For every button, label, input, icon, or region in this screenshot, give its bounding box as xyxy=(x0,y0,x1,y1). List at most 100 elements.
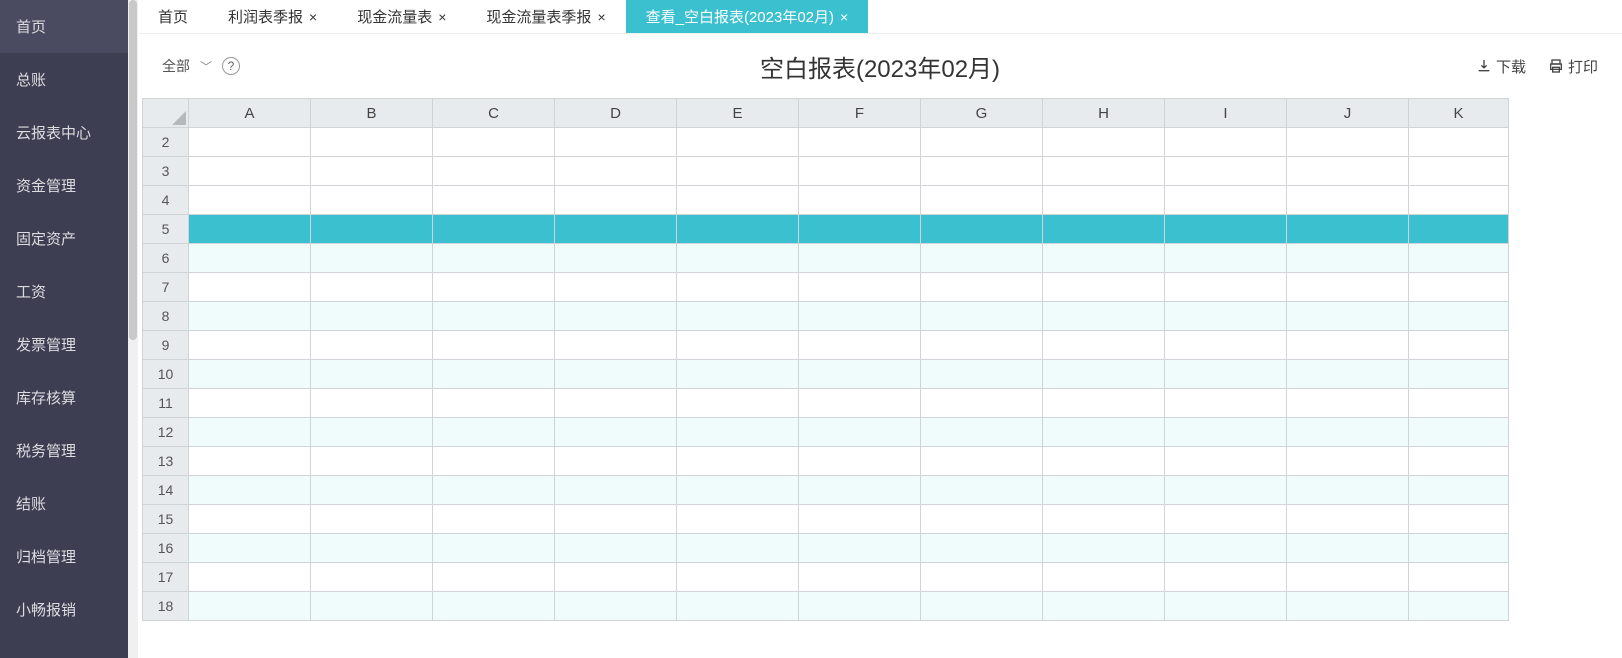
cell-G6[interactable] xyxy=(921,244,1043,273)
cell-A2[interactable] xyxy=(189,128,311,157)
cell-C8[interactable] xyxy=(433,302,555,331)
cell-G2[interactable] xyxy=(921,128,1043,157)
cell-A18[interactable] xyxy=(189,592,311,621)
cell-F7[interactable] xyxy=(799,273,921,302)
cell-I3[interactable] xyxy=(1165,157,1287,186)
column-header-A[interactable]: A xyxy=(189,99,311,128)
cell-G18[interactable] xyxy=(921,592,1043,621)
row-header-17[interactable]: 17 xyxy=(143,563,189,592)
cell-B2[interactable] xyxy=(311,128,433,157)
cell-F9[interactable] xyxy=(799,331,921,360)
download-button[interactable]: 下载 xyxy=(1476,56,1526,77)
cell-B11[interactable] xyxy=(311,389,433,418)
cell-E14[interactable] xyxy=(677,476,799,505)
column-header-I[interactable]: I xyxy=(1165,99,1287,128)
tab-4[interactable]: 查看_空白报表(2023年02月)× xyxy=(626,0,869,33)
cell-C18[interactable] xyxy=(433,592,555,621)
cell-E4[interactable] xyxy=(677,186,799,215)
cell-H9[interactable] xyxy=(1043,331,1165,360)
help-icon[interactable]: ? xyxy=(222,57,240,75)
cell-G8[interactable] xyxy=(921,302,1043,331)
cell-F4[interactable] xyxy=(799,186,921,215)
cell-A5[interactable] xyxy=(189,215,311,244)
cell-K5[interactable] xyxy=(1409,215,1509,244)
cell-F15[interactable] xyxy=(799,505,921,534)
cell-J11[interactable] xyxy=(1287,389,1409,418)
row-header-16[interactable]: 16 xyxy=(143,534,189,563)
tab-2[interactable]: 现金流量表× xyxy=(337,0,466,33)
cell-D18[interactable] xyxy=(555,592,677,621)
cell-A4[interactable] xyxy=(189,186,311,215)
row-header-18[interactable]: 18 xyxy=(143,592,189,621)
row-header-10[interactable]: 10 xyxy=(143,360,189,389)
cell-G9[interactable] xyxy=(921,331,1043,360)
cell-E3[interactable] xyxy=(677,157,799,186)
cell-B15[interactable] xyxy=(311,505,433,534)
cell-H10[interactable] xyxy=(1043,360,1165,389)
cell-F16[interactable] xyxy=(799,534,921,563)
cell-E7[interactable] xyxy=(677,273,799,302)
cell-H8[interactable] xyxy=(1043,302,1165,331)
cell-F10[interactable] xyxy=(799,360,921,389)
cell-H5[interactable] xyxy=(1043,215,1165,244)
cell-J3[interactable] xyxy=(1287,157,1409,186)
cell-C5[interactable] xyxy=(433,215,555,244)
cell-I15[interactable] xyxy=(1165,505,1287,534)
cell-D6[interactable] xyxy=(555,244,677,273)
cell-I14[interactable] xyxy=(1165,476,1287,505)
cell-J12[interactable] xyxy=(1287,418,1409,447)
cell-F14[interactable] xyxy=(799,476,921,505)
sidebar-item-funds[interactable]: 资金管理 xyxy=(0,159,128,212)
cell-G4[interactable] xyxy=(921,186,1043,215)
cell-E15[interactable] xyxy=(677,505,799,534)
cell-I6[interactable] xyxy=(1165,244,1287,273)
row-header-14[interactable]: 14 xyxy=(143,476,189,505)
cell-I8[interactable] xyxy=(1165,302,1287,331)
cell-D13[interactable] xyxy=(555,447,677,476)
column-header-G[interactable]: G xyxy=(921,99,1043,128)
cell-F5[interactable] xyxy=(799,215,921,244)
cell-E12[interactable] xyxy=(677,418,799,447)
cell-J16[interactable] xyxy=(1287,534,1409,563)
cell-F8[interactable] xyxy=(799,302,921,331)
sidebar-item-inventory[interactable]: 库存核算 xyxy=(0,371,128,424)
sidebar-scrollbar[interactable] xyxy=(128,0,138,658)
column-header-K[interactable]: K xyxy=(1409,99,1509,128)
cell-K8[interactable] xyxy=(1409,302,1509,331)
cell-A7[interactable] xyxy=(189,273,311,302)
cell-C15[interactable] xyxy=(433,505,555,534)
tab-1[interactable]: 利润表季报× xyxy=(208,0,337,33)
tab-0[interactable]: 首页 xyxy=(138,0,208,33)
cell-J8[interactable] xyxy=(1287,302,1409,331)
cell-G13[interactable] xyxy=(921,447,1043,476)
cell-H2[interactable] xyxy=(1043,128,1165,157)
cell-A14[interactable] xyxy=(189,476,311,505)
column-header-B[interactable]: B xyxy=(311,99,433,128)
column-header-C[interactable]: C xyxy=(433,99,555,128)
sidebar-item-invoice[interactable]: 发票管理 xyxy=(0,318,128,371)
cell-B14[interactable] xyxy=(311,476,433,505)
sidebar-item-closing[interactable]: 结账 xyxy=(0,477,128,530)
row-header-8[interactable]: 8 xyxy=(143,302,189,331)
cell-C12[interactable] xyxy=(433,418,555,447)
cell-E13[interactable] xyxy=(677,447,799,476)
cell-D8[interactable] xyxy=(555,302,677,331)
row-header-13[interactable]: 13 xyxy=(143,447,189,476)
cell-H12[interactable] xyxy=(1043,418,1165,447)
cell-H15[interactable] xyxy=(1043,505,1165,534)
cell-K18[interactable] xyxy=(1409,592,1509,621)
cell-C10[interactable] xyxy=(433,360,555,389)
cell-J4[interactable] xyxy=(1287,186,1409,215)
cell-E18[interactable] xyxy=(677,592,799,621)
cell-D7[interactable] xyxy=(555,273,677,302)
cell-B3[interactable] xyxy=(311,157,433,186)
cell-I16[interactable] xyxy=(1165,534,1287,563)
cell-F2[interactable] xyxy=(799,128,921,157)
cell-J6[interactable] xyxy=(1287,244,1409,273)
cell-H17[interactable] xyxy=(1043,563,1165,592)
cell-D14[interactable] xyxy=(555,476,677,505)
cell-B7[interactable] xyxy=(311,273,433,302)
cell-H14[interactable] xyxy=(1043,476,1165,505)
cell-I4[interactable] xyxy=(1165,186,1287,215)
sidebar-item-home[interactable]: 首页 xyxy=(0,0,128,53)
